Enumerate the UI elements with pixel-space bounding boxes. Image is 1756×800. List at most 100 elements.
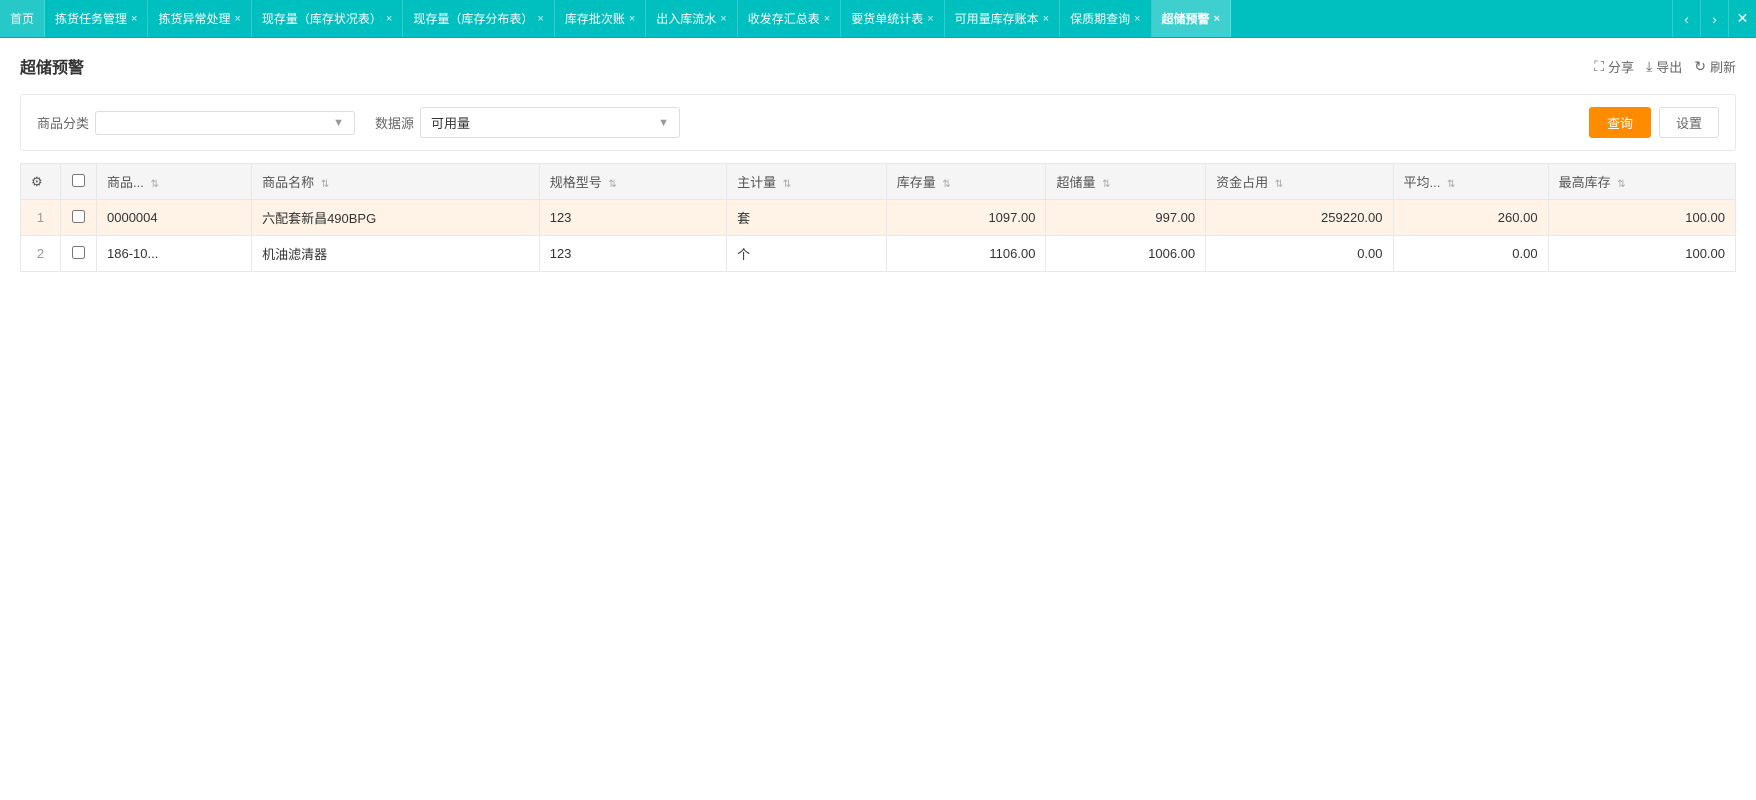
nav-tab-8[interactable]: 要货单统计表 ×	[841, 0, 944, 37]
nav-tab-label-10: 保质期查询	[1070, 10, 1130, 27]
spec-sort-icon: ⇅	[608, 179, 616, 190]
datasource-select-value: 可用量	[431, 113, 650, 132]
select-all-checkbox[interactable]	[72, 174, 85, 187]
maxstock-sort-icon: ⇅	[1617, 179, 1625, 190]
share-label: 分享	[1608, 57, 1634, 76]
nav-tab-0[interactable]: 首页	[0, 0, 45, 37]
row-checkbox-cell-0[interactable]	[61, 200, 97, 236]
nav-tab-4[interactable]: 现存量（库存分布表） ×	[403, 0, 554, 37]
settings-col-header[interactable]: ⚙	[21, 164, 61, 200]
category-chevron-icon: ▼	[333, 117, 344, 129]
nav-tab-1[interactable]: 拣货任务管理×	[45, 0, 148, 37]
settings-gear-icon[interactable]: ⚙	[31, 174, 43, 189]
row-overflow-1: 1006.00	[1046, 236, 1206, 272]
stock-col-header[interactable]: 库存量 ⇅	[886, 164, 1046, 200]
data-table: ⚙ 商品... ⇅ 商品名称 ⇅ 规格型号 ⇅ 主计量	[20, 163, 1736, 272]
row-overflow-0: 997.00	[1046, 200, 1206, 236]
row-avg-0: 260.00	[1393, 200, 1548, 236]
checkbox-col-header[interactable]	[61, 164, 97, 200]
nav-tab-label-3: 现存量（库存状况表）	[262, 10, 382, 27]
category-select[interactable]: ▼	[95, 111, 355, 135]
code-sort-icon: ⇅	[150, 179, 158, 190]
nav-tab-6[interactable]: 出入库流水 ×	[646, 0, 737, 37]
code-col-label: 商品...	[107, 175, 144, 190]
nav-tab-label-6: 出入库流水	[656, 10, 716, 27]
maxstock-col-label: 最高库存	[1559, 175, 1611, 190]
page-title: 超储预警	[20, 54, 84, 78]
nav-tab-close-7[interactable]: ×	[824, 13, 830, 25]
code-col-header[interactable]: 商品... ⇅	[97, 164, 252, 200]
top-nav: 首页拣货任务管理×拣货异常处理×现存量（库存状况表）×现存量（库存分布表）×库存…	[0, 0, 1756, 38]
filter-section: 商品分类 ▼ 数据源 可用量 ▼ 查询 设置	[20, 94, 1736, 151]
nav-tab-3[interactable]: 现存量（库存状况表） ×	[252, 0, 403, 37]
nav-tab-5[interactable]: 库存批次账×	[555, 0, 646, 37]
capital-sort-icon: ⇅	[1275, 179, 1283, 190]
refresh-icon: ↻	[1694, 58, 1706, 75]
refresh-btn[interactable]: ↻ 刷新	[1694, 57, 1736, 76]
datasource-label: 数据源	[375, 113, 414, 132]
nav-tab-label-2: 拣货异常处理	[158, 10, 230, 27]
nav-tab-label-8: 要货单统计表	[851, 10, 923, 27]
nav-tab-10[interactable]: 保质期查询 ×	[1060, 0, 1151, 37]
nav-close-btn[interactable]: ✕	[1728, 0, 1756, 37]
row-avg-1: 0.00	[1393, 236, 1548, 272]
datasource-select[interactable]: 可用量 ▼	[420, 107, 680, 138]
nav-tab-close-5[interactable]: ×	[629, 13, 635, 25]
name-col-header[interactable]: 商品名称 ⇅	[252, 164, 540, 200]
row-spec-0: 123	[539, 200, 726, 236]
row-maxstock-1: 100.00	[1548, 236, 1735, 272]
settings-button[interactable]: 设置	[1659, 107, 1719, 138]
unit-col-header[interactable]: 主计量 ⇅	[727, 164, 887, 200]
avg-sort-icon: ⇅	[1447, 179, 1455, 190]
row-code-0: 0000004	[97, 200, 252, 236]
row-capital-1: 0.00	[1206, 236, 1393, 272]
row-name-1: 机油滤清器	[252, 236, 540, 272]
row-code-1: 186-10...	[97, 236, 252, 272]
nav-tab-close-1[interactable]: ×	[131, 13, 137, 25]
avg-col-label: 平均...	[1404, 175, 1441, 190]
datasource-chevron-icon: ▼	[658, 117, 669, 129]
export-btn[interactable]: ⤓ 导出	[1646, 57, 1682, 76]
overflow-col-header[interactable]: 超储量 ⇅	[1046, 164, 1206, 200]
nav-tab-2[interactable]: 拣货异常处理 ×	[148, 0, 251, 37]
nav-prev-btn[interactable]: ‹	[1672, 0, 1700, 37]
nav-tab-11[interactable]: 超储预警×	[1152, 0, 1231, 37]
nav-tab-label-9: 可用量库存账本	[955, 10, 1039, 27]
nav-tab-close-6[interactable]: ×	[720, 13, 726, 25]
overflow-col-label: 超储量	[1056, 175, 1095, 190]
unit-col-label: 主计量	[737, 175, 776, 190]
export-label: 导出	[1656, 57, 1682, 76]
maxstock-col-header[interactable]: 最高库存 ⇅	[1548, 164, 1735, 200]
row-stock-1: 1106.00	[886, 236, 1046, 272]
query-button[interactable]: 查询	[1589, 107, 1651, 138]
nav-tab-7[interactable]: 收发存汇总表 ×	[738, 0, 841, 37]
nav-tab-close-2[interactable]: ×	[234, 13, 240, 25]
row-checkbox-0[interactable]	[72, 210, 85, 223]
avg-col-header[interactable]: 平均... ⇅	[1393, 164, 1548, 200]
table-row: 2 186-10... 机油滤清器 123 个 1106.00 1006.00 …	[21, 236, 1736, 272]
nav-tab-close-8[interactable]: ×	[927, 13, 933, 25]
row-checkbox-cell-1[interactable]	[61, 236, 97, 272]
nav-tab-label-7: 收发存汇总表	[748, 10, 820, 27]
refresh-label: 刷新	[1710, 57, 1736, 76]
nav-tab-close-4[interactable]: ×	[537, 13, 543, 25]
nav-tab-close-9[interactable]: ×	[1043, 13, 1049, 25]
row-unit-0: 套	[727, 200, 887, 236]
spec-col-header[interactable]: 规格型号 ⇅	[539, 164, 726, 200]
capital-col-header[interactable]: 资金占用 ⇅	[1206, 164, 1393, 200]
nav-tab-close-3[interactable]: ×	[386, 13, 392, 25]
row-checkbox-1[interactable]	[72, 246, 85, 259]
category-label: 商品分类	[37, 113, 89, 132]
overflow-sort-icon: ⇅	[1102, 179, 1110, 190]
nav-tab-9[interactable]: 可用量库存账本 ×	[945, 0, 1060, 37]
nav-tab-close-11[interactable]: ×	[1214, 13, 1220, 25]
nav-next-btn[interactable]: ›	[1700, 0, 1728, 37]
nav-tab-label-4: 现存量（库存分布表）	[413, 10, 533, 27]
share-btn[interactable]: ⛶ 分享	[1594, 57, 1634, 76]
name-sort-icon: ⇅	[321, 179, 329, 190]
unit-sort-icon: ⇅	[783, 179, 791, 190]
header-actions: ⛶ 分享 ⤓ 导出 ↻ 刷新	[1594, 57, 1736, 76]
table-header-row: ⚙ 商品... ⇅ 商品名称 ⇅ 规格型号 ⇅ 主计量	[21, 164, 1736, 200]
nav-tab-close-10[interactable]: ×	[1134, 13, 1140, 25]
nav-arrows: ‹ › ✕	[1672, 0, 1756, 37]
